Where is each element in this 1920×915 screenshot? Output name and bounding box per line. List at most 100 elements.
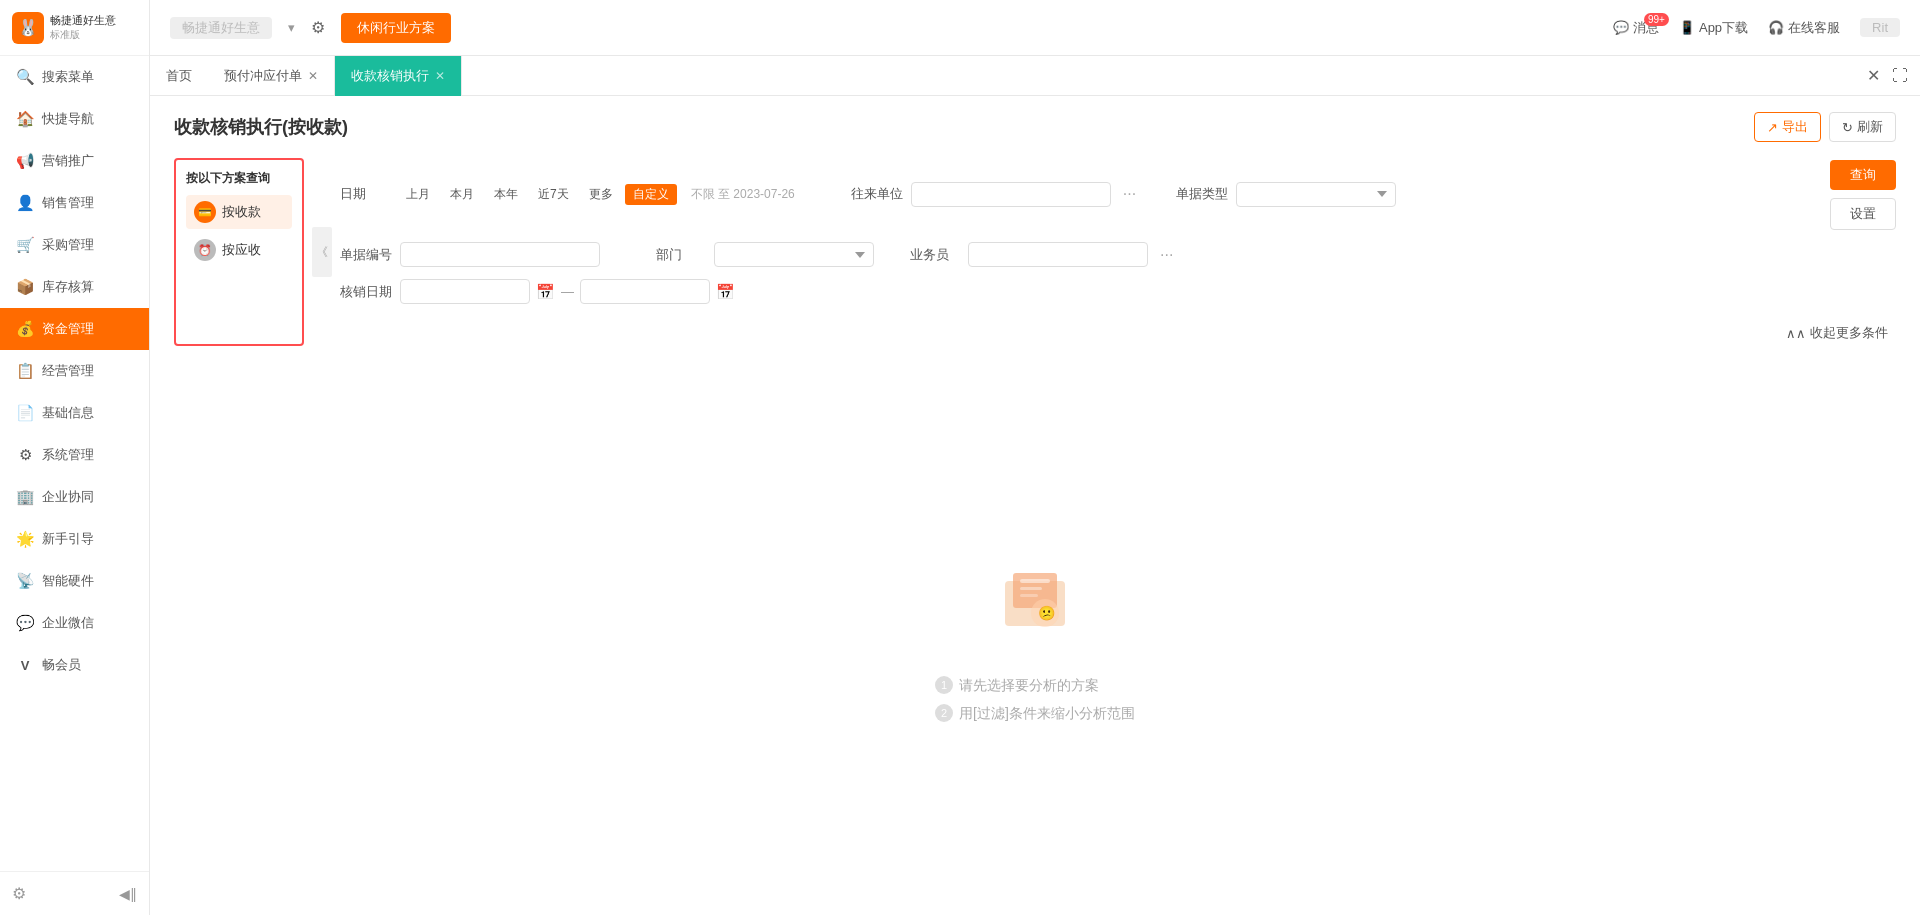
verify-date-end-input[interactable]: 2023-07-21 (580, 279, 710, 304)
filter-option-by-receivable[interactable]: ⏰ 按应收 (186, 233, 292, 267)
topbar-brand: 畅捷通好生意 (170, 17, 272, 39)
sidebar-item-label: 采购管理 (42, 236, 94, 254)
sidebar-item-inventory[interactable]: 📦 库存核算 (0, 266, 149, 308)
sidebar-settings-icon[interactable]: ⚙ (12, 884, 26, 903)
empty-tips: 1 请先选择要分析的方案 2 用[过滤]条件来缩小分析范围 (935, 671, 1135, 727)
sidebar-item-purchase[interactable]: 🛒 采购管理 (0, 224, 149, 266)
filter-fields: 日期 上月 本月 本年 近7天 更多 自定义 不限 至 2023-07-26 往… (340, 158, 1896, 346)
sidebar-item-operations[interactable]: 📋 经营管理 (0, 350, 149, 392)
sidebar-item-label: 畅会员 (42, 656, 81, 674)
verify-date-field: 核销日期 2023-03-01 📅 — 2023-07-21 📅 (340, 279, 735, 304)
counterpart-field: 往来单位 ··· (851, 182, 1140, 207)
sidebar-item-label: 新手引导 (42, 530, 94, 548)
tab-receipt-label: 收款核销执行 (351, 67, 429, 85)
sidebar-item-member[interactable]: V 畅会员 (0, 644, 149, 686)
filter-row-3: 核销日期 2023-03-01 📅 — 2023-07-21 📅 (340, 279, 1896, 304)
filter-option-receipt-label: 按收款 (222, 203, 261, 221)
date-this-month[interactable]: 本月 (442, 184, 482, 205)
setting-button[interactable]: 设置 (1830, 198, 1896, 230)
expand-tab-button[interactable]: ⛶ (1888, 63, 1912, 89)
inventory-icon: 📦 (16, 278, 34, 296)
sidebar: 🐰 畅捷通好生意 标准版 🔍 搜索菜单 🏠 快捷导航 📢 营销推广 👤 销售管理… (0, 0, 150, 915)
query-button[interactable]: 查询 (1830, 160, 1896, 190)
svg-rect-4 (1020, 594, 1038, 597)
solution-button[interactable]: 休闲行业方案 (341, 13, 451, 43)
svg-rect-2 (1020, 579, 1050, 583)
page-header: 收款核销执行(按收款) ↗ 导出 ↻ 刷新 (150, 96, 1920, 142)
refresh-button[interactable]: ↻ 刷新 (1829, 112, 1896, 142)
date-quick-options: 上月 本月 本年 近7天 更多 自定义 (398, 184, 677, 205)
staff-dots-icon[interactable]: ··· (1156, 246, 1177, 264)
doc-type-select[interactable] (1236, 182, 1396, 207)
service-icon: 🎧 (1768, 20, 1784, 35)
basic-icon: 📄 (16, 404, 34, 422)
empty-tip-1: 1 请先选择要分析的方案 (935, 671, 1135, 699)
finance-icon: 💰 (16, 320, 34, 338)
tab-receipt-close-icon[interactable]: ✕ (435, 69, 445, 83)
sales-icon: 👤 (16, 194, 34, 212)
tab-prepay-close-icon[interactable]: ✕ (308, 69, 318, 83)
receivable-icon: ⏰ (194, 239, 216, 261)
sidebar-item-label: 销售管理 (42, 194, 94, 212)
topbar-message[interactable]: 💬 消息 99+ (1613, 19, 1659, 37)
tab-prepay[interactable]: 预付冲应付单 ✕ (208, 56, 335, 96)
sidebar-item-label: 系统管理 (42, 446, 94, 464)
counterpart-dots-icon[interactable]: ··· (1119, 185, 1140, 203)
verify-date-start-input[interactable]: 2023-03-01 (400, 279, 530, 304)
counterpart-label: 往来单位 (851, 185, 903, 203)
export-button[interactable]: ↗ 导出 (1754, 112, 1821, 142)
date-last-month[interactable]: 上月 (398, 184, 438, 205)
operations-icon: 📋 (16, 362, 34, 380)
tab-receipt-verify[interactable]: 收款核销执行 ✕ (335, 56, 462, 96)
sidebar-item-marketing[interactable]: 📢 营销推广 (0, 140, 149, 182)
topbar-dropdown-icon[interactable]: ▾ (288, 20, 295, 35)
dept-select[interactable] (714, 242, 874, 267)
verify-date-label: 核销日期 (340, 283, 392, 301)
tabs-actions: ✕ ⛶ (1863, 62, 1920, 89)
sidebar-item-search[interactable]: 🔍 搜索菜单 (0, 56, 149, 98)
date-more[interactable]: 更多 (581, 184, 621, 205)
sidebar-item-guide[interactable]: 🌟 新手引导 (0, 518, 149, 560)
sidebar-item-wechat[interactable]: 💬 企业微信 (0, 602, 149, 644)
sidebar-item-system[interactable]: ⚙ 系统管理 (0, 434, 149, 476)
guide-icon: 🌟 (16, 530, 34, 548)
filter-panel-title: 按以下方案查询 (186, 170, 292, 187)
tab-home[interactable]: 首页 (150, 67, 208, 85)
doc-type-field: 单据类型 (1176, 182, 1396, 207)
topbar-gear-icon[interactable]: ⚙ (311, 18, 325, 37)
sidebar-item-sales[interactable]: 👤 销售管理 (0, 182, 149, 224)
sidebar-item-label: 快捷导航 (42, 110, 94, 128)
filter-panel: 按以下方案查询 💳 按收款 ⏰ 按应收 (174, 158, 304, 346)
sidebar-item-basic[interactable]: 📄 基础信息 (0, 392, 149, 434)
sidebar-item-enterprise[interactable]: 🏢 企业协同 (0, 476, 149, 518)
sidebar-bottom: ⚙ ◀‖ (0, 871, 149, 915)
tip-text-1: 请先选择要分析的方案 (959, 671, 1099, 699)
sidebar-item-finance[interactable]: 💰 资金管理 (0, 308, 149, 350)
staff-input[interactable] (968, 242, 1148, 267)
verify-start-calendar-icon[interactable]: 📅 (536, 283, 555, 301)
purchase-icon: 🛒 (16, 236, 34, 254)
verify-end-calendar-icon[interactable]: 📅 (716, 283, 735, 301)
empty-tip-2: 2 用[过滤]条件来缩小分析范围 (935, 699, 1135, 727)
date-this-year[interactable]: 本年 (486, 184, 526, 205)
date-7days[interactable]: 近7天 (530, 184, 577, 205)
logo-icon: 🐰 (12, 12, 44, 44)
close-tab-button[interactable]: ✕ (1863, 62, 1884, 89)
topbar-app-download[interactable]: 📱 App下载 (1679, 19, 1748, 37)
date-custom-btn[interactable]: 自定义 (625, 184, 677, 205)
doc-no-field: 单据编号 (340, 242, 600, 267)
empty-state: 😕 1 请先选择要分析的方案 2 用[过滤]条件来缩小分析范围 (150, 362, 1920, 915)
doc-no-input[interactable] (400, 242, 600, 267)
sidebar-item-label: 智能硬件 (42, 572, 94, 590)
filter-collapse-button[interactable]: 《 (312, 227, 332, 277)
sidebar-item-hardware[interactable]: 📡 智能硬件 (0, 560, 149, 602)
sidebar-collapse-icon[interactable]: ◀‖ (119, 886, 137, 902)
sidebar-item-quick-nav[interactable]: 🏠 快捷导航 (0, 98, 149, 140)
topbar-user[interactable]: Rit (1860, 18, 1900, 37)
counterpart-input[interactable] (911, 182, 1111, 207)
topbar-online-service[interactable]: 🎧 在线客服 (1768, 19, 1840, 37)
collapse-more-button[interactable]: ∧∧ 收起更多条件 (1778, 320, 1896, 346)
doc-no-label: 单据编号 (340, 246, 392, 264)
filter-option-by-receipt[interactable]: 💳 按收款 (186, 195, 292, 229)
query-action-buttons: 查询 设置 (1830, 158, 1896, 230)
